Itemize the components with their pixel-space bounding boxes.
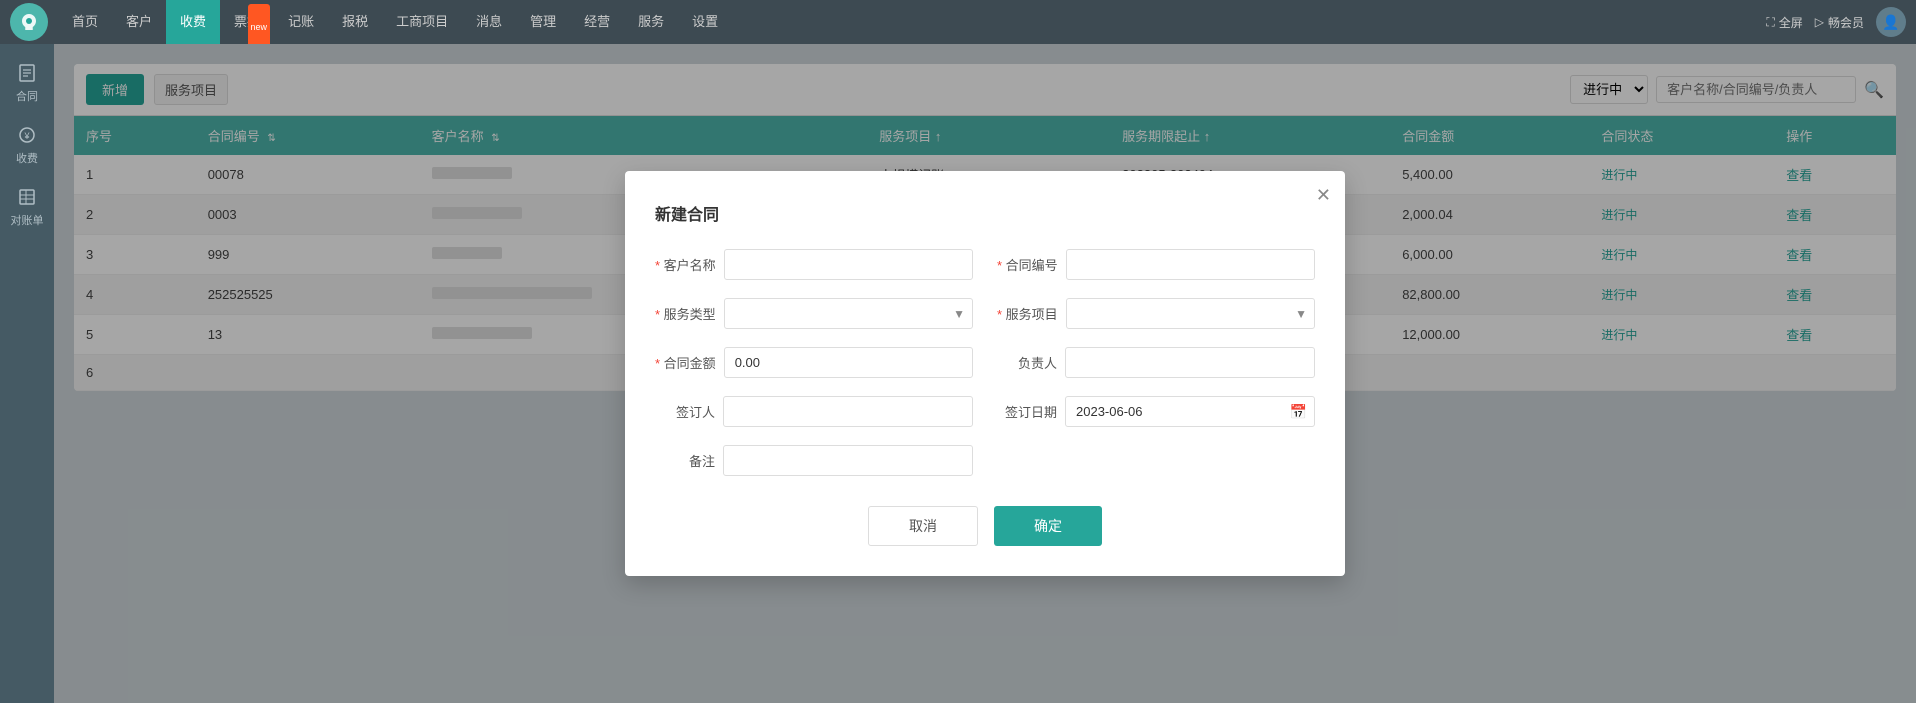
form-group-contract-no: 合同编号 — [997, 249, 1315, 280]
nav-manage[interactable]: 管理 — [516, 0, 570, 44]
nav-message[interactable]: 消息 — [462, 0, 516, 44]
service-item-select-wrap: ▼ — [1066, 298, 1315, 329]
form-group-signer: 签订人 — [655, 396, 973, 427]
form-group-service-item: 服务项目 ▼ — [997, 298, 1315, 329]
confirm-button[interactable]: 确定 — [994, 506, 1102, 546]
topnav-right: ⛶ 全屏 ▷ 畅会员 👤 — [1766, 7, 1906, 37]
sidebar-item-contract[interactable]: 合同 — [2, 54, 52, 112]
form-group-remark: 备注 — [655, 445, 973, 476]
sidebar-contract-label: 合同 — [16, 88, 38, 104]
fullscreen-button[interactable]: ⛶ 全屏 — [1766, 14, 1802, 31]
sign-date-label: 签订日期 — [997, 402, 1057, 421]
nav-biz[interactable]: 工商项目 — [382, 0, 462, 44]
modal-close-button[interactable]: ✕ — [1316, 185, 1331, 206]
nav-ticket[interactable]: 票据 new — [220, 0, 274, 44]
topnav: 首页 客户 收费 票据 new 记账 报税 工商项目 消息 管理 经营 服务 设… — [0, 0, 1916, 44]
sidebar: 合同 ¥ 收费 对账单 — [0, 44, 54, 703]
fullscreen-label: 全屏 — [1779, 14, 1803, 31]
main-layout: 合同 ¥ 收费 对账单 — [0, 44, 1916, 703]
nav-fee[interactable]: 收费 — [166, 0, 220, 44]
member-label: 畅会员 — [1828, 14, 1864, 31]
member-button[interactable]: ▷ 畅会员 — [1815, 14, 1864, 31]
service-type-select-wrap: ▼ — [724, 298, 973, 329]
content-area: 新增 服务项目 进行中 🔍 序号 合同编号 ⇅ 客户名称 ⇅ — [54, 44, 1916, 703]
sign-date-input[interactable] — [1065, 396, 1315, 427]
nav-service[interactable]: 服务 — [624, 0, 678, 44]
form-row-3: 合同金额 负责人 — [655, 347, 1315, 378]
sidebar-item-statement[interactable]: 对账单 — [2, 178, 52, 236]
nav-settings[interactable]: 设置 — [678, 0, 732, 44]
sidebar-item-fee[interactable]: ¥ 收费 — [2, 116, 52, 174]
sidebar-statement-label: 对账单 — [11, 212, 44, 228]
modal-footer: 取消 确定 — [655, 506, 1315, 546]
responsible-input[interactable] — [1065, 347, 1315, 378]
service-item-select[interactable] — [1066, 298, 1315, 329]
logo — [10, 3, 48, 41]
service-type-label: 服务类型 — [655, 304, 716, 323]
fullscreen-icon: ⛶ — [1766, 15, 1774, 30]
cancel-button[interactable]: 取消 — [868, 506, 978, 546]
form-group-amount: 合同金额 — [655, 347, 973, 378]
sidebar-fee-label: 收费 — [16, 150, 38, 166]
form-row-1: 客户名称 合同编号 — [655, 249, 1315, 280]
nav-tax[interactable]: 报税 — [328, 0, 382, 44]
new-contract-modal: ✕ 新建合同 客户名称 合同编号 服务类型 — [625, 171, 1345, 576]
amount-label: 合同金额 — [655, 353, 716, 372]
nav-operation[interactable]: 经营 — [570, 0, 624, 44]
contract-no-label: 合同编号 — [997, 255, 1058, 274]
remark-input[interactable] — [723, 445, 973, 476]
sign-date-wrap: 📅 — [1065, 396, 1315, 427]
svg-text:¥: ¥ — [23, 131, 30, 141]
service-type-select[interactable] — [724, 298, 973, 329]
play-icon: ▷ — [1815, 15, 1824, 29]
fee-icon: ¥ — [16, 124, 38, 146]
signer-input[interactable] — [723, 396, 973, 427]
form-group-service-type: 服务类型 ▼ — [655, 298, 973, 329]
responsible-label: 负责人 — [997, 353, 1057, 372]
contract-no-input[interactable] — [1066, 249, 1315, 280]
form-row-4: 签订人 签订日期 📅 — [655, 396, 1315, 427]
nav-home[interactable]: 首页 — [58, 0, 112, 44]
amount-input[interactable] — [724, 347, 973, 378]
signer-label: 签订人 — [655, 402, 715, 421]
form-group-sign-date: 签订日期 📅 — [997, 396, 1315, 427]
service-item-label: 服务项目 — [997, 304, 1058, 323]
remark-label: 备注 — [655, 451, 715, 470]
nav-bookkeeping[interactable]: 记账 — [274, 0, 328, 44]
customer-name-input[interactable] — [724, 249, 973, 280]
form-group-responsible: 负责人 — [997, 347, 1315, 378]
contract-icon — [16, 62, 38, 84]
avatar[interactable]: 👤 — [1876, 7, 1906, 37]
form-group-placeholder — [997, 445, 1315, 476]
nav-customer[interactable]: 客户 — [112, 0, 166, 44]
statement-icon — [16, 186, 38, 208]
form-row-2: 服务类型 ▼ 服务项目 ▼ — [655, 298, 1315, 329]
form-row-5: 备注 — [655, 445, 1315, 476]
modal-title: 新建合同 — [655, 201, 1315, 225]
form-group-customer: 客户名称 — [655, 249, 973, 280]
customer-name-label: 客户名称 — [655, 255, 716, 274]
modal-overlay: ✕ 新建合同 客户名称 合同编号 服务类型 — [54, 44, 1916, 703]
